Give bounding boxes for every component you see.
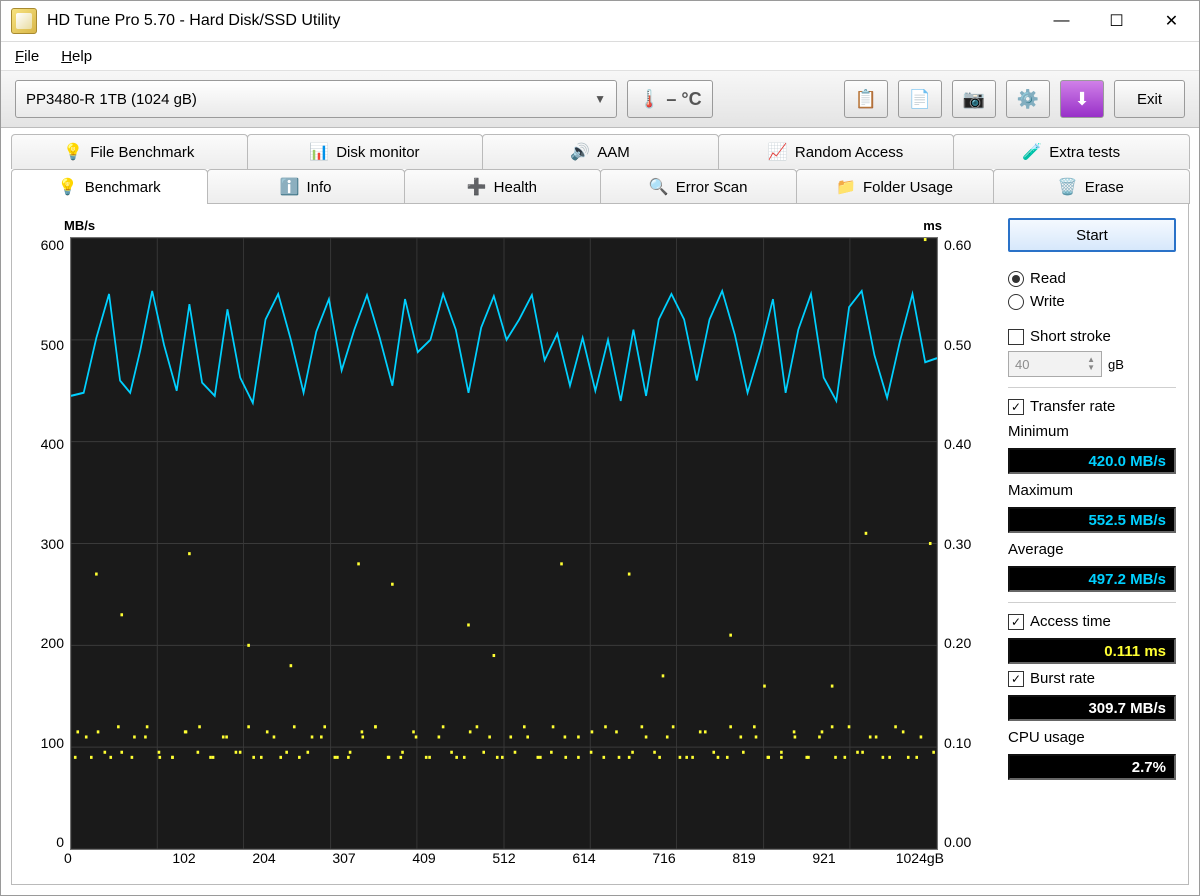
lightbulb-icon: 💡 — [64, 143, 82, 161]
chart-area: MB/s ms 6005004003002001000 0.600.500.40… — [24, 218, 990, 876]
titlebar: HD Tune Pro 5.70 - Hard Disk/SSD Utility… — [1, 1, 1199, 42]
tab-benchmark[interactable]: 💡Benchmark — [11, 169, 208, 204]
info-icon: ℹ️ — [280, 178, 298, 196]
copy-info-button[interactable]: 📋 — [844, 80, 888, 118]
maximize-button[interactable]: ☐ — [1089, 1, 1144, 41]
chevron-down-icon: ▼ — [594, 92, 606, 106]
checkbox-icon — [1008, 614, 1024, 630]
cpu-usage-value: 2.7% — [1008, 754, 1176, 780]
random-access-icon: 📈 — [769, 143, 787, 161]
y1-unit-label: MB/s — [64, 218, 95, 233]
tab-aam[interactable]: 🔊AAM — [482, 134, 719, 169]
tab-info[interactable]: ℹ️Info — [207, 169, 404, 204]
drive-select[interactable]: PP3480-R 1TB (1024 gB) ▼ — [15, 80, 617, 118]
temperature-button[interactable]: 🌡️ – °C — [627, 80, 713, 118]
y2-unit-label: ms — [923, 218, 942, 233]
radio-icon — [1008, 294, 1024, 310]
access-time-value: 0.111 ms — [1008, 638, 1176, 664]
exit-button[interactable]: Exit — [1114, 80, 1185, 118]
tab-folder-usage[interactable]: 📁Folder Usage — [796, 169, 993, 204]
app-window: HD Tune Pro 5.70 - Hard Disk/SSD Utility… — [0, 0, 1200, 896]
maximum-value: 552.5 MB/s — [1008, 507, 1176, 533]
gb-label: gB — [1108, 357, 1124, 372]
gear-icon: ⚙️ — [1017, 89, 1039, 110]
short-stroke-checkbox[interactable]: Short stroke — [1008, 328, 1176, 345]
checkbox-icon — [1008, 399, 1024, 415]
benchmark-plot — [70, 237, 938, 850]
download-icon: ⬇ — [1074, 89, 1089, 110]
minimum-label: Minimum — [1008, 423, 1176, 440]
menu-file[interactable]: File — [15, 48, 39, 65]
drive-select-value: PP3480-R 1TB (1024 gB) — [26, 91, 197, 108]
trash-icon: 🗑️ — [1059, 178, 1077, 196]
copy-text-button[interactable]: 📄 — [898, 80, 942, 118]
tab-content: MB/s ms 6005004003002001000 0.600.500.40… — [11, 203, 1189, 885]
toolbar: PP3480-R 1TB (1024 gB) ▼ 🌡️ – °C 📋 📄 📷 ⚙… — [1, 71, 1199, 128]
tabs-row-top: 💡File Benchmark 📊Disk monitor 🔊AAM 📈Rand… — [11, 134, 1189, 169]
tabs-row-bottom: 💡Benchmark ℹ️Info ➕Health 🔍Error Scan 📁F… — [11, 169, 1189, 204]
save-button[interactable]: ⬇ — [1060, 80, 1104, 118]
radio-icon — [1008, 271, 1024, 287]
bulb-icon: 💡 — [59, 178, 77, 196]
transfer-rate-checkbox[interactable]: Transfer rate — [1008, 398, 1176, 415]
spinner-icons: ▲▼ — [1087, 356, 1095, 372]
tab-file-benchmark[interactable]: 💡File Benchmark — [11, 134, 248, 169]
average-value: 497.2 MB/s — [1008, 566, 1176, 592]
side-panel: Start Read Write Short stroke 40 ▲▼ gB T… — [1008, 218, 1176, 876]
minimum-value: 420.0 MB/s — [1008, 448, 1176, 474]
thermometer-icon: 🌡️ — [638, 89, 660, 110]
app-icon — [11, 8, 37, 34]
write-radio[interactable]: Write — [1008, 293, 1176, 310]
temperature-value: – °C — [666, 89, 701, 110]
tab-erase[interactable]: 🗑️Erase — [993, 169, 1190, 204]
magnifier-icon: 🔍 — [650, 178, 668, 196]
cpu-usage-label: CPU usage — [1008, 729, 1176, 746]
camera-icon: 📷 — [963, 89, 985, 110]
start-button[interactable]: Start — [1008, 218, 1176, 252]
tab-random-access[interactable]: 📈Random Access — [718, 134, 955, 169]
speaker-icon: 🔊 — [571, 143, 589, 161]
menubar: File Help — [1, 42, 1199, 71]
screenshot-button[interactable]: 📷 — [952, 80, 996, 118]
burst-rate-value: 309.7 MB/s — [1008, 695, 1176, 721]
options-button[interactable]: ⚙️ — [1006, 80, 1050, 118]
read-radio[interactable]: Read — [1008, 270, 1176, 287]
access-time-checkbox[interactable]: Access time — [1008, 613, 1176, 630]
y-axis-right: 0.600.500.400.300.200.100.00 — [938, 237, 990, 850]
y-axis-left: 6005004003002001000 — [24, 237, 70, 850]
health-icon: ➕ — [468, 178, 486, 196]
window-title: HD Tune Pro 5.70 - Hard Disk/SSD Utility — [47, 12, 340, 30]
close-button[interactable]: ✕ — [1144, 1, 1199, 41]
burst-rate-checkbox[interactable]: Burst rate — [1008, 670, 1176, 687]
maximum-label: Maximum — [1008, 482, 1176, 499]
x-axis: 01022043074095126147168199211024gB — [24, 850, 990, 876]
short-stroke-input: 40 ▲▼ — [1008, 351, 1102, 377]
tab-error-scan[interactable]: 🔍Error Scan — [600, 169, 797, 204]
copy-text-icon: 📄 — [909, 89, 931, 110]
average-label: Average — [1008, 541, 1176, 558]
tab-extra-tests[interactable]: 🧪Extra tests — [953, 134, 1190, 169]
checkbox-icon — [1008, 329, 1024, 345]
minimize-button[interactable]: — — [1034, 1, 1089, 41]
copy-icon: 📋 — [855, 89, 877, 110]
extra-tests-icon: 🧪 — [1023, 143, 1041, 161]
folder-icon: 📁 — [837, 178, 855, 196]
tab-health[interactable]: ➕Health — [404, 169, 601, 204]
checkbox-icon — [1008, 671, 1024, 687]
tab-disk-monitor[interactable]: 📊Disk monitor — [247, 134, 484, 169]
menu-help[interactable]: Help — [61, 48, 92, 65]
chart-icon: 📊 — [310, 143, 328, 161]
